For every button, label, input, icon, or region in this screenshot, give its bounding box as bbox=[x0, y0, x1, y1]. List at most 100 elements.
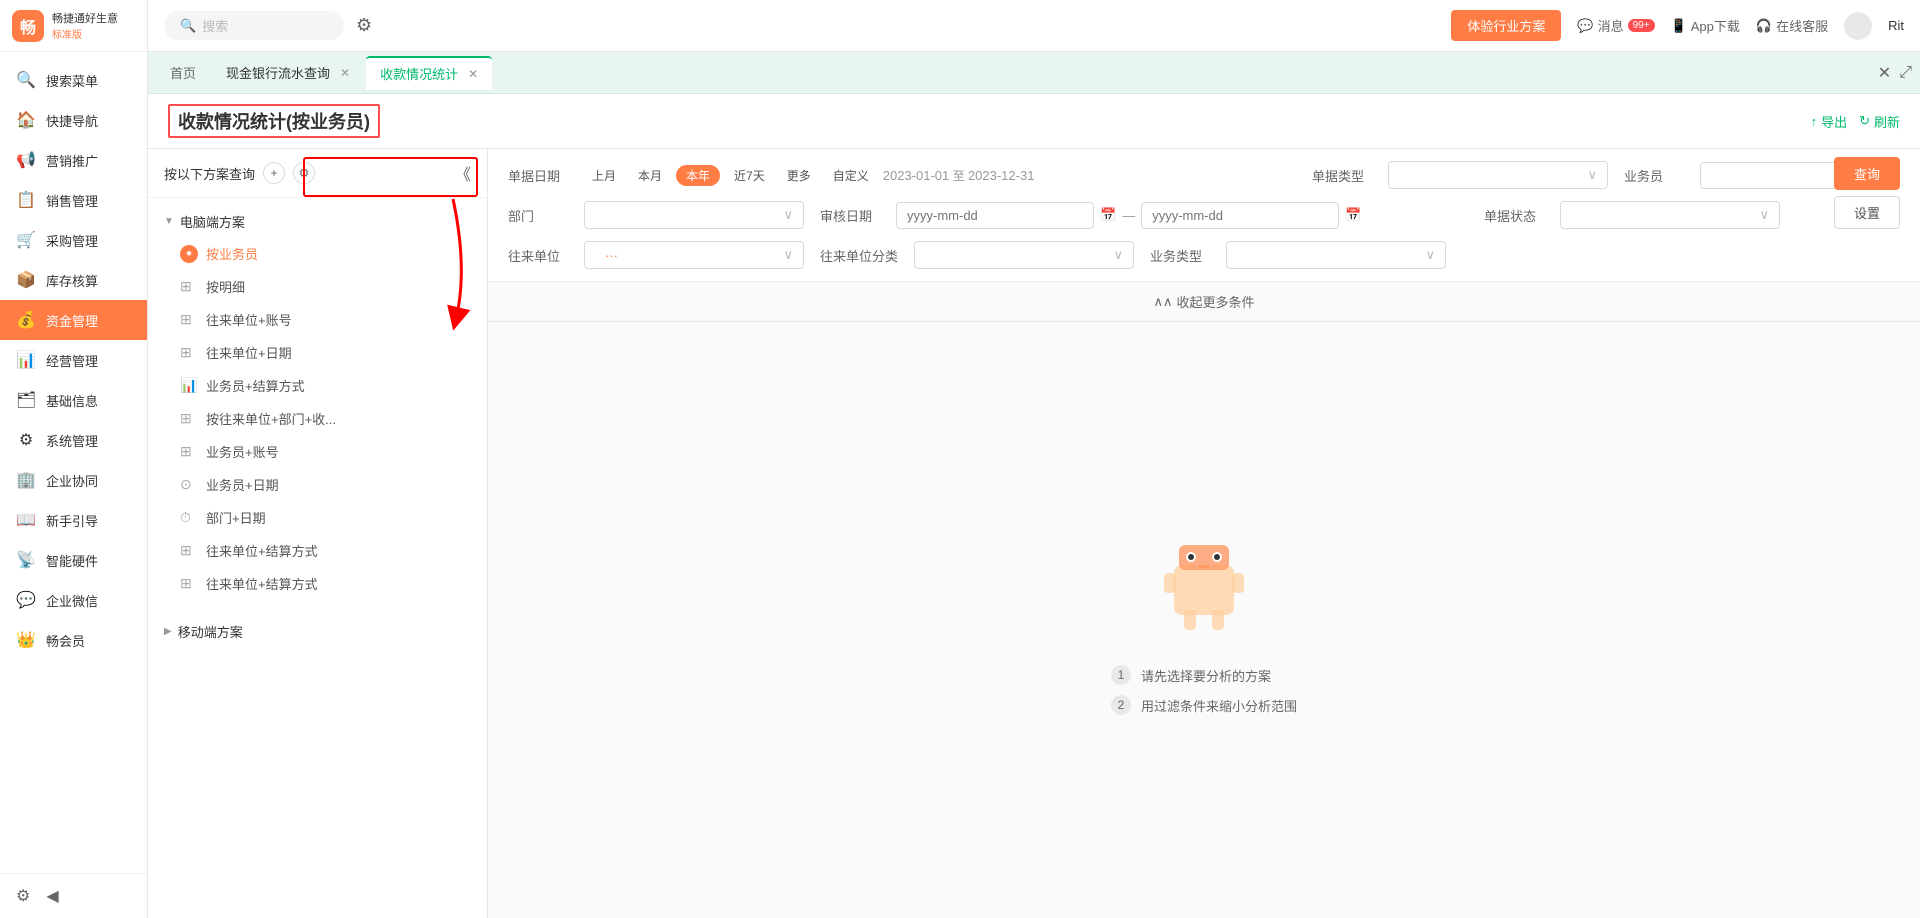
voucher-status-select[interactable]: ∨ bbox=[1560, 201, 1780, 229]
filter-row-1: 单据日期 上月 本月 本年 近7天 更多 自定义 2023-01-01 至 20… bbox=[508, 161, 1900, 189]
sidebar-label-base-info: 基础信息 bbox=[46, 391, 98, 410]
plan-item-dept-date[interactable]: ⏱ 部门+日期 bbox=[148, 501, 487, 534]
user-avatar[interactable] bbox=[1844, 12, 1872, 40]
last-month-btn[interactable]: 上月 bbox=[584, 164, 624, 187]
review-date-to[interactable] bbox=[1141, 202, 1339, 229]
tab-bank-flow[interactable]: 现金银行流水查询 ✕ bbox=[212, 56, 364, 90]
date-dash: — bbox=[1122, 208, 1135, 223]
voucher-status-label: 单据状态 bbox=[1484, 206, 1544, 225]
more-btn[interactable]: 更多 bbox=[779, 164, 819, 187]
tab-home-label: 首页 bbox=[170, 63, 196, 82]
plan-item-unit-date[interactable]: ⊞ 往来单位+日期 bbox=[148, 336, 487, 369]
partner-select[interactable]: ··· ∨ bbox=[584, 241, 804, 269]
plan-collapse-button[interactable]: 《 bbox=[455, 161, 471, 185]
plan-item-salesman-account[interactable]: ⊞ 业务员+账号 bbox=[148, 435, 487, 468]
plan-item-unit-settlement1-label: 往来单位+结算方式 bbox=[206, 541, 318, 560]
mobile-section-header[interactable]: ▶ 移动端方案 bbox=[148, 616, 487, 647]
sidebar-item-guide[interactable]: 📖 新手引导 bbox=[0, 500, 147, 540]
tab-receipts-stats-close[interactable]: ✕ bbox=[468, 67, 478, 81]
sidebar-item-finance[interactable]: 💰 资金管理 bbox=[0, 300, 147, 340]
search-bar[interactable]: 🔍 搜索 bbox=[164, 11, 344, 40]
tab-home[interactable]: 首页 bbox=[156, 56, 210, 90]
empty-robot-illustration bbox=[1144, 525, 1264, 645]
top-header: 🔍 搜索 ⚙ 体验行业方案 💬 消息 99+ 📱 App下载 🎧 在线客服 Ri… bbox=[148, 0, 1920, 52]
plan-item-unit-settlement1[interactable]: ⊞ 往来单位+结算方式 bbox=[148, 534, 487, 567]
plan-item-salesman-settlement[interactable]: 📊 业务员+结算方式 bbox=[148, 369, 487, 402]
hardware-icon: 📡 bbox=[16, 550, 36, 570]
plan-item-salesman-label: 按业务员 bbox=[206, 244, 258, 263]
review-date-from[interactable] bbox=[896, 202, 1094, 229]
filter-settings-button[interactable]: 设置 bbox=[1834, 196, 1900, 229]
plan-item-unit-date-label: 往来单位+日期 bbox=[206, 343, 292, 362]
sidebar-item-operations[interactable]: 📊 经营管理 bbox=[0, 340, 147, 380]
refresh-button[interactable]: ↻ 刷新 bbox=[1859, 112, 1900, 131]
salesman-settlement-icon: 📊 bbox=[180, 377, 198, 394]
query-button[interactable]: 查询 bbox=[1834, 157, 1900, 190]
plan-item-unit-settlement2-label: 往来单位+结算方式 bbox=[206, 574, 318, 593]
app-download-action[interactable]: 📱 App下载 bbox=[1671, 16, 1740, 35]
trial-button[interactable]: 体验行业方案 bbox=[1451, 10, 1561, 41]
salesman-label: 业务员 bbox=[1624, 166, 1684, 185]
online-service-action[interactable]: 🎧 在线客服 bbox=[1756, 16, 1828, 35]
partner-category-chevron: ∨ bbox=[1114, 247, 1124, 263]
plan-item-unit-settlement2[interactable]: ⊞ 往来单位+结算方式 bbox=[148, 567, 487, 600]
operations-icon: 📊 bbox=[16, 350, 36, 370]
plan-item-by-detail[interactable]: ⊞ 按明细 bbox=[148, 270, 487, 303]
custom-btn[interactable]: 自定义 bbox=[825, 164, 877, 187]
voucher-type-label: 单据类型 bbox=[1312, 166, 1372, 185]
app-download-label: App下载 bbox=[1691, 16, 1740, 35]
refresh-label: 刷新 bbox=[1874, 112, 1900, 131]
search-icon: 🔍 bbox=[16, 70, 36, 90]
sidebar-item-search-menu[interactable]: 🔍 搜索菜单 bbox=[0, 60, 147, 100]
close-all-button[interactable]: ✕ bbox=[1878, 63, 1891, 83]
content-area: 收款情况统计(按业务员) ↑ 导出 ↻ 刷新 bbox=[148, 94, 1920, 918]
plan-add-button[interactable]: + bbox=[263, 162, 285, 184]
desktop-section-header[interactable]: ▼ 电脑端方案 bbox=[148, 206, 487, 237]
collapse-bar[interactable]: ∧∧ 收起更多条件 bbox=[488, 282, 1920, 322]
voucher-type-select[interactable]: ∨ bbox=[1388, 161, 1608, 189]
header-gear-icon[interactable]: ⚙ bbox=[356, 15, 372, 36]
sidebar-item-base-info[interactable]: 🗂 基础信息 bbox=[0, 380, 147, 420]
plan-item-salesman-date[interactable]: ⊙ 业务员+日期 bbox=[148, 468, 487, 501]
review-date-group: 📅 — 📅 bbox=[896, 202, 1468, 229]
dept-select[interactable]: ∨ bbox=[584, 201, 804, 229]
partner-category-select[interactable]: ∨ bbox=[914, 241, 1134, 269]
plan-item-unit-account[interactable]: ⊞ 往来单位+账号 bbox=[148, 303, 487, 336]
plan-item-unit-dept-receipt[interactable]: ⊞ 按往来单位+部门+收... bbox=[148, 402, 487, 435]
sidebar: 畅 畅捷通好生意 标准版 🔍 搜索菜单 🏠 快捷导航 📢 营销推广 📋 销售管理… bbox=[0, 0, 148, 918]
empty-tip-1: 1 请先选择要分析的方案 bbox=[1111, 665, 1297, 685]
last-7-btn[interactable]: 近7天 bbox=[726, 164, 773, 187]
sidebar-item-system[interactable]: ⚙ 系统管理 bbox=[0, 420, 147, 460]
sidebar-item-member[interactable]: 👑 畅会员 bbox=[0, 620, 147, 660]
base-info-icon: 🗂 bbox=[16, 390, 36, 410]
sidebar-item-purchase[interactable]: 🛒 采购管理 bbox=[0, 220, 147, 260]
sidebar-item-hardware[interactable]: 📡 智能硬件 bbox=[0, 540, 147, 580]
sidebar-item-sales[interactable]: 📋 销售管理 bbox=[0, 180, 147, 220]
sidebar-settings-icon[interactable]: ⚙ bbox=[16, 886, 30, 906]
message-action[interactable]: 💬 消息 99+ bbox=[1577, 16, 1654, 35]
tabs-bar: 首页 现金银行流水查询 ✕ 收款情况统计 ✕ ✕ ⤢ bbox=[148, 52, 1920, 94]
sidebar-item-inventory[interactable]: 📦 库存核算 bbox=[0, 260, 147, 300]
mobile-toggle-icon: ▶ bbox=[164, 626, 172, 637]
collapse-icon: ∧∧ bbox=[1153, 294, 1172, 310]
plan-item-by-salesman[interactable]: ● 按业务员 bbox=[148, 237, 487, 270]
plan-settings-button[interactable]: ⚙ bbox=[293, 162, 315, 184]
this-year-btn[interactable]: 本年 bbox=[676, 165, 720, 186]
sidebar-item-marketing[interactable]: 📢 营销推广 bbox=[0, 140, 147, 180]
sidebar-item-quick-nav[interactable]: 🏠 快捷导航 bbox=[0, 100, 147, 140]
sidebar-collapse-icon[interactable]: ◀ bbox=[46, 886, 58, 906]
voucher-status-chevron: ∨ bbox=[1759, 207, 1769, 223]
partner-chevron: ∨ bbox=[783, 247, 793, 263]
tab-bank-flow-close[interactable]: ✕ bbox=[340, 66, 350, 80]
sidebar-item-wechat[interactable]: 💬 企业微信 bbox=[0, 580, 147, 620]
export-button[interactable]: ↑ 导出 bbox=[1811, 112, 1848, 131]
tab-receipts-stats[interactable]: 收款情况统计 ✕ bbox=[366, 56, 492, 90]
wechat-icon: 💬 bbox=[16, 590, 36, 610]
dept-date-icon: ⏱ bbox=[180, 509, 198, 526]
biz-type-select[interactable]: ∨ bbox=[1226, 241, 1446, 269]
expand-button[interactable]: ⤢ bbox=[1899, 64, 1912, 82]
purchase-icon: 🛒 bbox=[16, 230, 36, 250]
this-month-btn[interactable]: 本月 bbox=[630, 164, 670, 187]
sidebar-item-enterprise[interactable]: 🏢 企业协同 bbox=[0, 460, 147, 500]
partner-more-btn[interactable]: ··· bbox=[605, 248, 618, 263]
